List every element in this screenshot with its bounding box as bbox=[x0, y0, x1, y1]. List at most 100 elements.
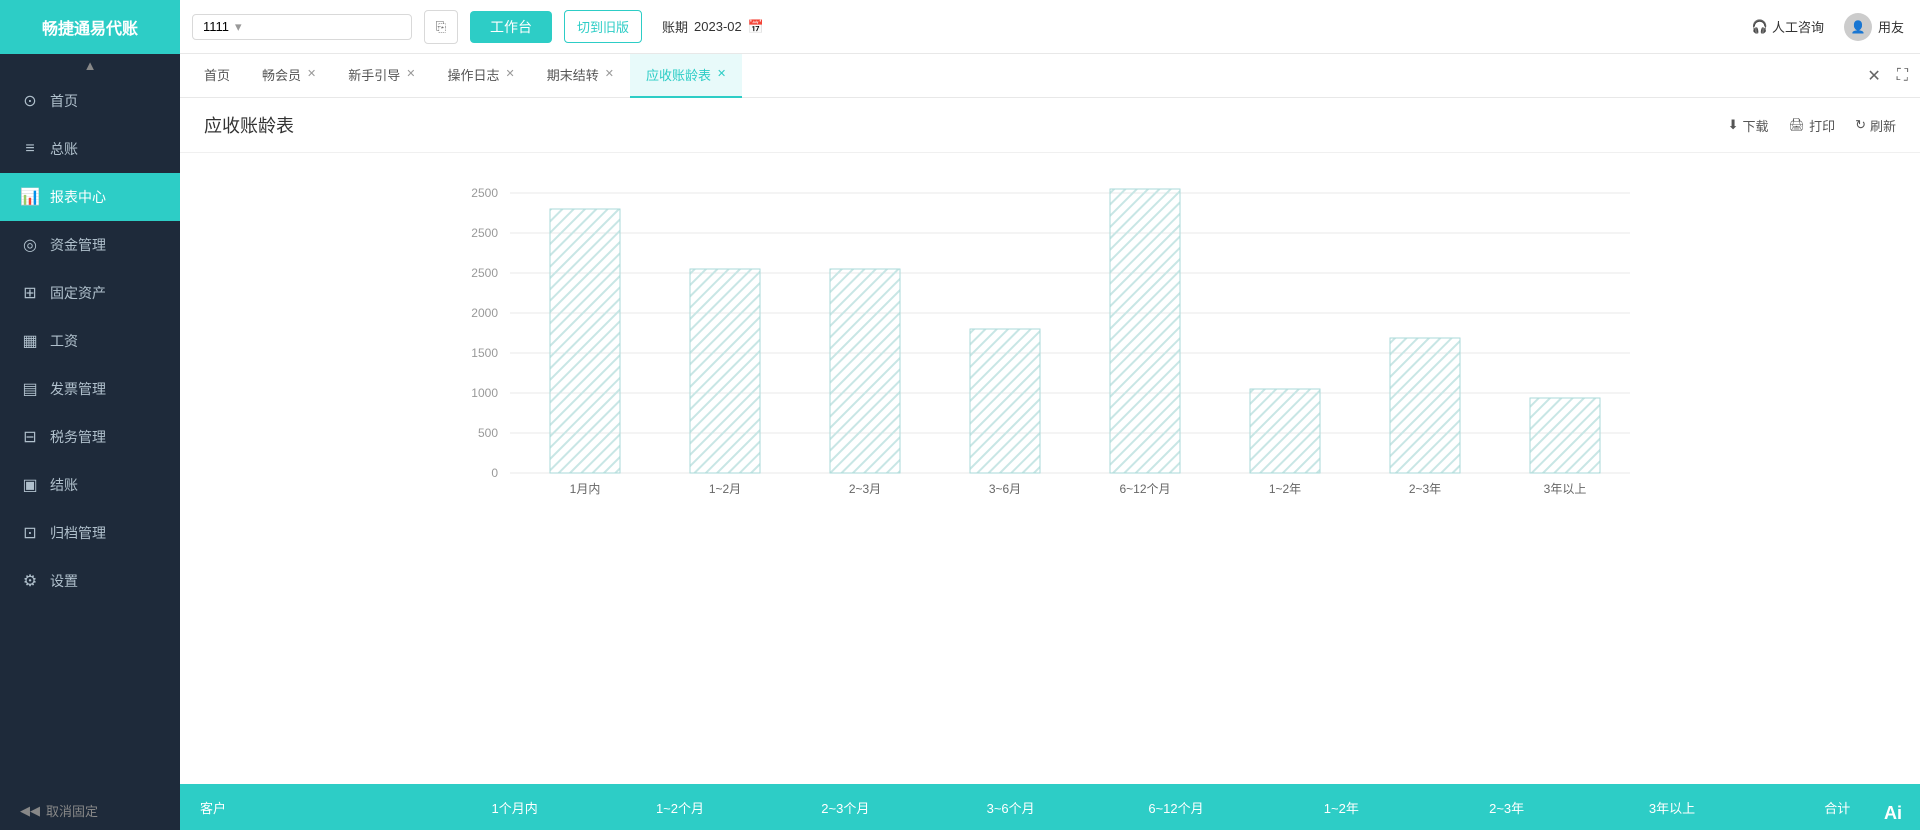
sidebar-item-salary[interactable]: ▦ 工资 bbox=[0, 317, 180, 365]
print-action[interactable]: 🖨 打印 bbox=[1789, 116, 1836, 135]
col-3-6month: 3~6个月 bbox=[928, 798, 1093, 817]
svg-text:2500: 2500 bbox=[471, 186, 498, 200]
page-content: 应收账龄表 ⬇ 下载 🖨 打印 ↻ 刷新 bbox=[180, 98, 1920, 830]
refresh-label: 刷新 bbox=[1870, 116, 1896, 135]
tabs-bar: 首页 畅会员 ✕ 新手引导 ✕ 操作日志 ✕ 期末结转 ✕ bbox=[180, 54, 1920, 98]
col-1-2month-label: 1~2个月 bbox=[656, 801, 704, 816]
calendar-icon[interactable]: 📅 bbox=[748, 19, 764, 35]
tab-guide[interactable]: 新手引导 ✕ bbox=[332, 54, 431, 98]
svg-text:2500: 2500 bbox=[471, 266, 498, 280]
consult-label: 人工咨询 bbox=[1772, 17, 1824, 36]
svg-text:6~12个月: 6~12个月 bbox=[1119, 482, 1170, 496]
tab-guide-close[interactable]: ✕ bbox=[406, 69, 415, 80]
funds-icon: ◎ bbox=[20, 235, 40, 255]
sidebar-label-ledger: 总账 bbox=[50, 139, 78, 159]
bar-chart: 2500 2500 2500 2000 1500 1000 500 bbox=[204, 173, 1896, 513]
tab-oplog[interactable]: 操作日志 ✕ bbox=[431, 54, 530, 98]
svg-text:1500: 1500 bbox=[471, 346, 498, 360]
svg-text:3年以上: 3年以上 bbox=[1544, 482, 1587, 496]
sidebar-item-assets[interactable]: ⊞ 固定资产 bbox=[0, 269, 180, 317]
salary-icon: ▦ bbox=[20, 331, 40, 351]
tab-oplog-label: 操作日志 bbox=[447, 65, 499, 84]
download-label: 下载 bbox=[1743, 116, 1769, 135]
copy-button[interactable]: ⎘ bbox=[424, 10, 458, 44]
sidebar: ▲ ⊙ 首页 ≡ 总账 📊 报表中心 ◎ 资金管理 ⊞ 固定资产 bbox=[0, 54, 180, 830]
sidebar-item-home[interactable]: ⊙ 首页 bbox=[0, 77, 180, 125]
col-2-3year-label: 2~3年 bbox=[1489, 801, 1524, 816]
col-1month-label: 1个月内 bbox=[492, 801, 538, 816]
tab-aging-label: 应收账龄表 bbox=[646, 65, 711, 84]
ai-badge-label: Ai bbox=[1884, 803, 1902, 823]
tab-yearend[interactable]: 期末结转 ✕ bbox=[531, 54, 630, 98]
archive-icon: ⊡ bbox=[20, 523, 40, 543]
col-1month: 1个月内 bbox=[432, 798, 597, 817]
switch-version-button[interactable]: 切到旧版 bbox=[564, 10, 642, 43]
company-selector[interactable]: 1111 ▾ bbox=[192, 14, 412, 40]
sidebar-item-ledger[interactable]: ≡ 总账 bbox=[0, 125, 180, 173]
content-area: 首页 畅会员 ✕ 新手引导 ✕ 操作日志 ✕ 期末结转 ✕ bbox=[180, 54, 1920, 830]
tab-guide-label: 新手引导 bbox=[348, 65, 400, 84]
tab-yearend-close[interactable]: ✕ bbox=[605, 69, 614, 80]
period-info: 账期 2023-02 📅 bbox=[662, 17, 764, 36]
copy-icon: ⎘ bbox=[436, 19, 446, 35]
workbench-button[interactable]: 工作台 bbox=[470, 11, 552, 43]
company-name: 1111 bbox=[203, 19, 229, 34]
col-3plus-year: 3年以上 bbox=[1589, 798, 1754, 817]
tab-member[interactable]: 畅会员 ✕ bbox=[246, 54, 332, 98]
col-1-2year-label: 1~2年 bbox=[1324, 801, 1359, 816]
reports-icon: 📊 bbox=[20, 187, 40, 207]
sidebar-item-settings[interactable]: ⚙ 设置 bbox=[0, 557, 180, 605]
sidebar-item-archive[interactable]: ⊡ 归档管理 bbox=[0, 509, 180, 557]
avatar-icon: 👤 bbox=[1851, 20, 1866, 34]
sidebar-item-funds[interactable]: ◎ 资金管理 bbox=[0, 221, 180, 269]
consult-link[interactable]: 🎧 人工咨询 bbox=[1752, 17, 1824, 36]
close-tab-button[interactable]: ✕ bbox=[1863, 62, 1884, 90]
col-total-label: 合计 bbox=[1824, 801, 1850, 816]
tab-aging[interactable]: 应收账龄表 ✕ bbox=[630, 54, 742, 98]
user-area[interactable]: 👤 用友 bbox=[1844, 13, 1904, 41]
ledger-icon: ≡ bbox=[20, 140, 40, 158]
svg-text:1月内: 1月内 bbox=[570, 482, 601, 496]
col-3plus-year-label: 3年以上 bbox=[1649, 801, 1695, 816]
col-2-3month: 2~3个月 bbox=[763, 798, 928, 817]
settings-icon: ⚙ bbox=[20, 571, 40, 591]
svg-text:1~2年: 1~2年 bbox=[1269, 482, 1301, 496]
download-icon: ⬇ bbox=[1728, 117, 1739, 133]
sidebar-label-archive: 归档管理 bbox=[50, 523, 106, 543]
tab-yearend-label: 期末结转 bbox=[547, 65, 599, 84]
sidebar-item-invoice[interactable]: ▤ 发票管理 bbox=[0, 365, 180, 413]
sidebar-label-funds: 资金管理 bbox=[50, 235, 106, 255]
sidebar-label-reports: 报表中心 bbox=[50, 187, 106, 207]
sidebar-scroll-up[interactable]: ▲ bbox=[0, 54, 180, 77]
print-icon: 🖨 bbox=[1789, 117, 1806, 133]
tax-icon: ⊟ bbox=[20, 427, 40, 447]
tabs-actions: ✕ ⛶ bbox=[1863, 62, 1912, 90]
tab-home[interactable]: 首页 bbox=[188, 54, 246, 98]
sidebar-label-checkout: 结账 bbox=[50, 475, 78, 495]
period-label: 账期 bbox=[662, 17, 688, 36]
col-1-2year: 1~2年 bbox=[1259, 798, 1424, 817]
col-customer-label: 客户 bbox=[200, 801, 226, 816]
svg-text:2000: 2000 bbox=[471, 306, 498, 320]
sidebar-item-tax[interactable]: ⊟ 税务管理 bbox=[0, 413, 180, 461]
col-6-12month-label: 6~12个月 bbox=[1148, 801, 1203, 816]
tab-oplog-close[interactable]: ✕ bbox=[506, 69, 515, 80]
tab-member-close[interactable]: ✕ bbox=[307, 69, 316, 80]
svg-text:1000: 1000 bbox=[471, 386, 498, 400]
checkout-icon: ▣ bbox=[20, 475, 40, 495]
tab-aging-close[interactable]: ✕ bbox=[717, 69, 726, 80]
chevron-down-icon: ▾ bbox=[235, 19, 242, 35]
sidebar-label-salary: 工资 bbox=[50, 331, 78, 351]
ai-badge[interactable]: Ai bbox=[1866, 797, 1920, 830]
sidebar-footer-label: 取消固定 bbox=[46, 801, 98, 820]
page-actions: ⬇ 下载 🖨 打印 ↻ 刷新 bbox=[1728, 116, 1896, 135]
refresh-action[interactable]: ↻ 刷新 bbox=[1855, 116, 1896, 135]
top-header: 畅捷通易代账 1111 ▾ ⎘ 工作台 切到旧版 账期 2023-02 📅 🎧 … bbox=[0, 0, 1920, 54]
download-action[interactable]: ⬇ 下载 bbox=[1728, 116, 1769, 135]
svg-text:1~2月: 1~2月 bbox=[709, 482, 741, 496]
sidebar-item-checkout[interactable]: ▣ 结账 bbox=[0, 461, 180, 509]
fullscreen-button[interactable]: ⛶ bbox=[1893, 63, 1912, 89]
sidebar-footer[interactable]: ◀◀ 取消固定 bbox=[0, 791, 180, 830]
user-name: 用友 bbox=[1878, 17, 1904, 36]
sidebar-item-reports[interactable]: 📊 报表中心 bbox=[0, 173, 180, 221]
